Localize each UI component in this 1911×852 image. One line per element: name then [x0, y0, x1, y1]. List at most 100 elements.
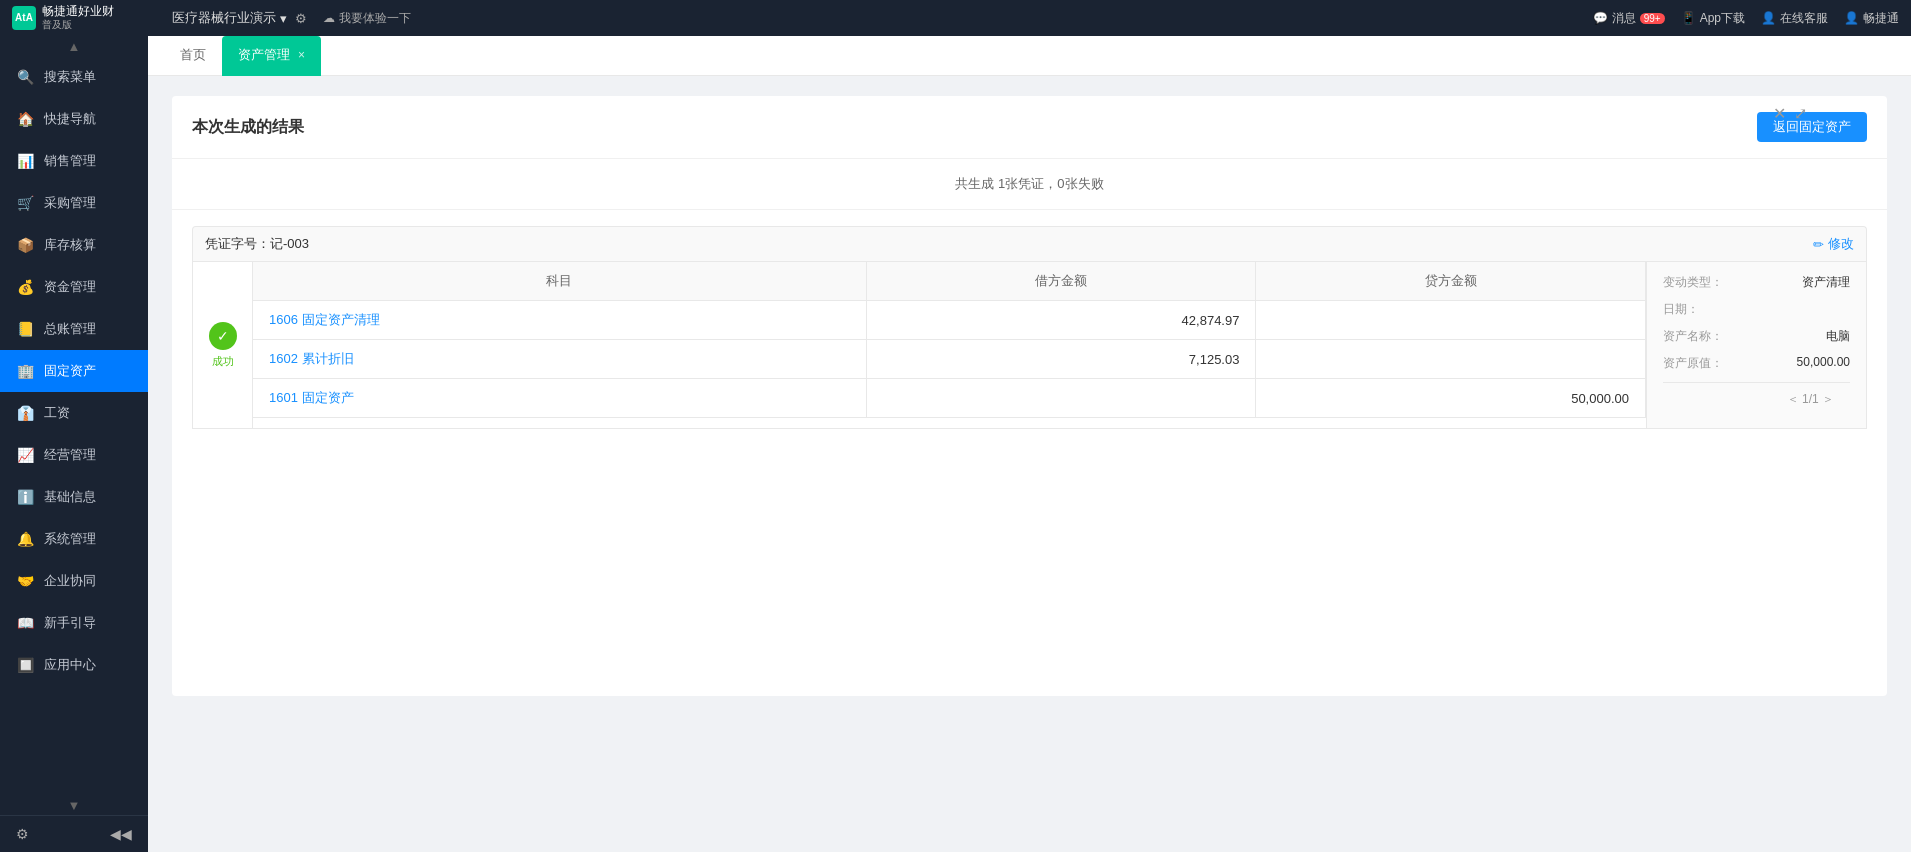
subject-cell-2: 1602 累计折旧 [253, 340, 866, 379]
credit-cell-3: 50,000.00 [1256, 379, 1646, 418]
sidebar-item-inventory[interactable]: 📦 库存核算 [0, 224, 148, 266]
top-header: AtA 畅捷通好业财 普及版 医疗器械行业演示 ▾ ⚙ ☁ 我要体验一下 💬 消… [0, 0, 1911, 36]
pagination: ＜ 1/1 ＞ [1663, 382, 1850, 416]
original-value-value: 50,000.00 [1797, 355, 1850, 372]
success-indicator: ✓ 成功 [201, 314, 245, 377]
user-item[interactable]: 👤 畅捷通 [1844, 10, 1899, 27]
app-version: 普及版 [42, 18, 114, 32]
sidebar-item-sales[interactable]: 📊 销售管理 [0, 140, 148, 182]
credit-cell-1 [1256, 301, 1646, 340]
table-row: 1602 累计折旧 7,125.03 [253, 340, 1646, 379]
sidebar-label-fixed-assets: 固定资产 [44, 362, 96, 380]
credit-cell-2 [1256, 340, 1646, 379]
sidebar-scroll-up[interactable]: ▲ [0, 36, 148, 56]
sidebar-item-enterprise[interactable]: 🤝 企业协同 [0, 560, 148, 602]
subject-cell-1: 1606 固定资产清理 [253, 301, 866, 340]
prev-page-button[interactable]: ＜ [1787, 392, 1799, 406]
sidebar-item-guide[interactable]: 📖 新手引导 [0, 602, 148, 644]
date-label: 日期： [1663, 301, 1699, 318]
sidebar: ▲ 🔍 搜索菜单 🏠 快捷导航 📊 销售管理 🛒 采购管理 📦 库存核算 [0, 36, 148, 852]
message-badge: 99+ [1640, 13, 1665, 24]
app-download-label: App下载 [1700, 10, 1745, 27]
voucher-header: 凭证字号：记-003 ✏ 修改 [192, 226, 1867, 261]
fixed-assets-icon: 🏢 [16, 362, 34, 380]
col-subject: 科目 [253, 262, 866, 301]
sales-icon: 📊 [16, 152, 34, 170]
voucher-info-panel: 变动类型： 资产清理 日期： 资产名称： 电脑 [1646, 262, 1866, 428]
debit-cell-1: 42,874.97 [866, 301, 1256, 340]
settings-icon[interactable]: ⚙ [16, 826, 29, 842]
debit-cell-3 [866, 379, 1256, 418]
gear-icon[interactable]: ⚙ [295, 11, 307, 26]
logo-area: AtA 畅捷通好业财 普及版 [12, 4, 160, 32]
sidebar-item-operations[interactable]: 📈 经营管理 [0, 434, 148, 476]
experience-item[interactable]: ☁ 我要体验一下 [323, 10, 411, 27]
sidebar-item-basics[interactable]: ℹ️ 基础信息 [0, 476, 148, 518]
tab-bar: 首页 资产管理 × [148, 36, 1911, 76]
sidebar-label-search: 搜索菜单 [44, 68, 96, 86]
header-center: 医疗器械行业演示 ▾ ⚙ ☁ 我要体验一下 [160, 9, 1593, 27]
result-panel: 本次生成的结果 返回固定资产 ✕ ⤢ 共生成 1张凭证，0张失败 [172, 96, 1887, 696]
sidebar-label-app-center: 应用中心 [44, 656, 96, 674]
table-row: 1606 固定资产清理 42,874.97 [253, 301, 1646, 340]
content-area: 首页 资产管理 × 本次生成的结果 返回固定资产 ✕ ⤢ [148, 36, 1911, 852]
tab-close-icon[interactable]: × [298, 48, 305, 62]
success-icon: ✓ [209, 322, 237, 350]
company-dropdown[interactable]: 医疗器械行业演示 ▾ [172, 9, 287, 27]
tab-asset-mgmt-label: 资产管理 [238, 46, 290, 64]
edit-icon: ✏ [1813, 237, 1824, 252]
voucher-table: 科目 借方金额 贷方金额 1606 固定资产清理 42,874.97 [253, 262, 1646, 428]
collapse-icon[interactable]: ◀◀ [110, 826, 132, 842]
service-icon: 👤 [1761, 11, 1776, 25]
experience-text: 我要体验一下 [339, 10, 411, 27]
operations-icon: 📈 [16, 446, 34, 464]
info-row-date: 日期： [1663, 301, 1850, 318]
col-credit: 贷方金额 [1256, 262, 1646, 301]
summary-text: 共生成 1张凭证，0张失败 [955, 176, 1103, 191]
success-text: 成功 [212, 354, 234, 369]
edit-voucher-button[interactable]: ✏ 修改 [1813, 235, 1854, 253]
sidebar-item-quick-nav[interactable]: 🏠 快捷导航 [0, 98, 148, 140]
sidebar-item-ledger[interactable]: 📒 总账管理 [0, 308, 148, 350]
sidebar-item-search[interactable]: 🔍 搜索菜单 [0, 56, 148, 98]
sidebar-label-enterprise: 企业协同 [44, 572, 96, 590]
sidebar-label-inventory: 库存核算 [44, 236, 96, 254]
app-name: 畅捷通好业财 [42, 4, 114, 18]
expand-panel-button[interactable]: ⤢ [1794, 104, 1807, 123]
sidebar-label-guide: 新手引导 [44, 614, 96, 632]
close-panel-button[interactable]: ✕ [1773, 104, 1786, 123]
asset-name-value: 电脑 [1826, 328, 1850, 345]
payroll-icon: 👔 [16, 404, 34, 422]
sidebar-item-app-center[interactable]: 🔲 应用中心 [0, 644, 148, 686]
page-info: 1/1 [1802, 392, 1822, 406]
sidebar-item-purchase[interactable]: 🛒 采购管理 [0, 182, 148, 224]
sidebar-item-fixed-assets[interactable]: 🏢 固定资产 [0, 350, 148, 392]
info-row-change-type: 变动类型： 资产清理 [1663, 274, 1850, 291]
sidebar-scroll-down[interactable]: ▼ [0, 795, 148, 815]
home-icon: 🏠 [16, 110, 34, 128]
summary-bar: 共生成 1张凭证，0张失败 [172, 159, 1887, 210]
app-download-item[interactable]: 📱 App下载 [1681, 10, 1745, 27]
message-item[interactable]: 💬 消息 99+ [1593, 10, 1665, 27]
sidebar-label-ledger: 总账管理 [44, 320, 96, 338]
sidebar-item-payroll[interactable]: 👔 工资 [0, 392, 148, 434]
logo-icon: AtA [12, 6, 36, 30]
page-content: 本次生成的结果 返回固定资产 ✕ ⤢ 共生成 1张凭证，0张失败 [148, 76, 1911, 852]
tab-home[interactable]: 首页 [164, 36, 222, 76]
customer-service-item[interactable]: 👤 在线客服 [1761, 10, 1828, 27]
change-type-label: 变动类型： [1663, 274, 1723, 291]
table-row: 1601 固定资产 50,000.00 [253, 379, 1646, 418]
info-row-original-value: 资产原值： 50,000.00 [1663, 355, 1850, 372]
next-page-button[interactable]: ＞ [1822, 392, 1834, 406]
user-icon: 👤 [1844, 11, 1859, 25]
sidebar-item-system[interactable]: 🔔 系统管理 [0, 518, 148, 560]
message-icon: 💬 [1593, 11, 1608, 25]
main-layout: ▲ 🔍 搜索菜单 🏠 快捷导航 📊 销售管理 🛒 采购管理 📦 库存核算 [0, 36, 1911, 852]
basics-icon: ℹ️ [16, 488, 34, 506]
col-debit: 借方金额 [866, 262, 1256, 301]
tab-asset-mgmt[interactable]: 资产管理 × [222, 36, 321, 76]
sidebar-label-basics: 基础信息 [44, 488, 96, 506]
asset-name-label: 资产名称： [1663, 328, 1723, 345]
sidebar-item-funds[interactable]: 💰 资金管理 [0, 266, 148, 308]
panel-header: 本次生成的结果 返回固定资产 [172, 96, 1887, 159]
